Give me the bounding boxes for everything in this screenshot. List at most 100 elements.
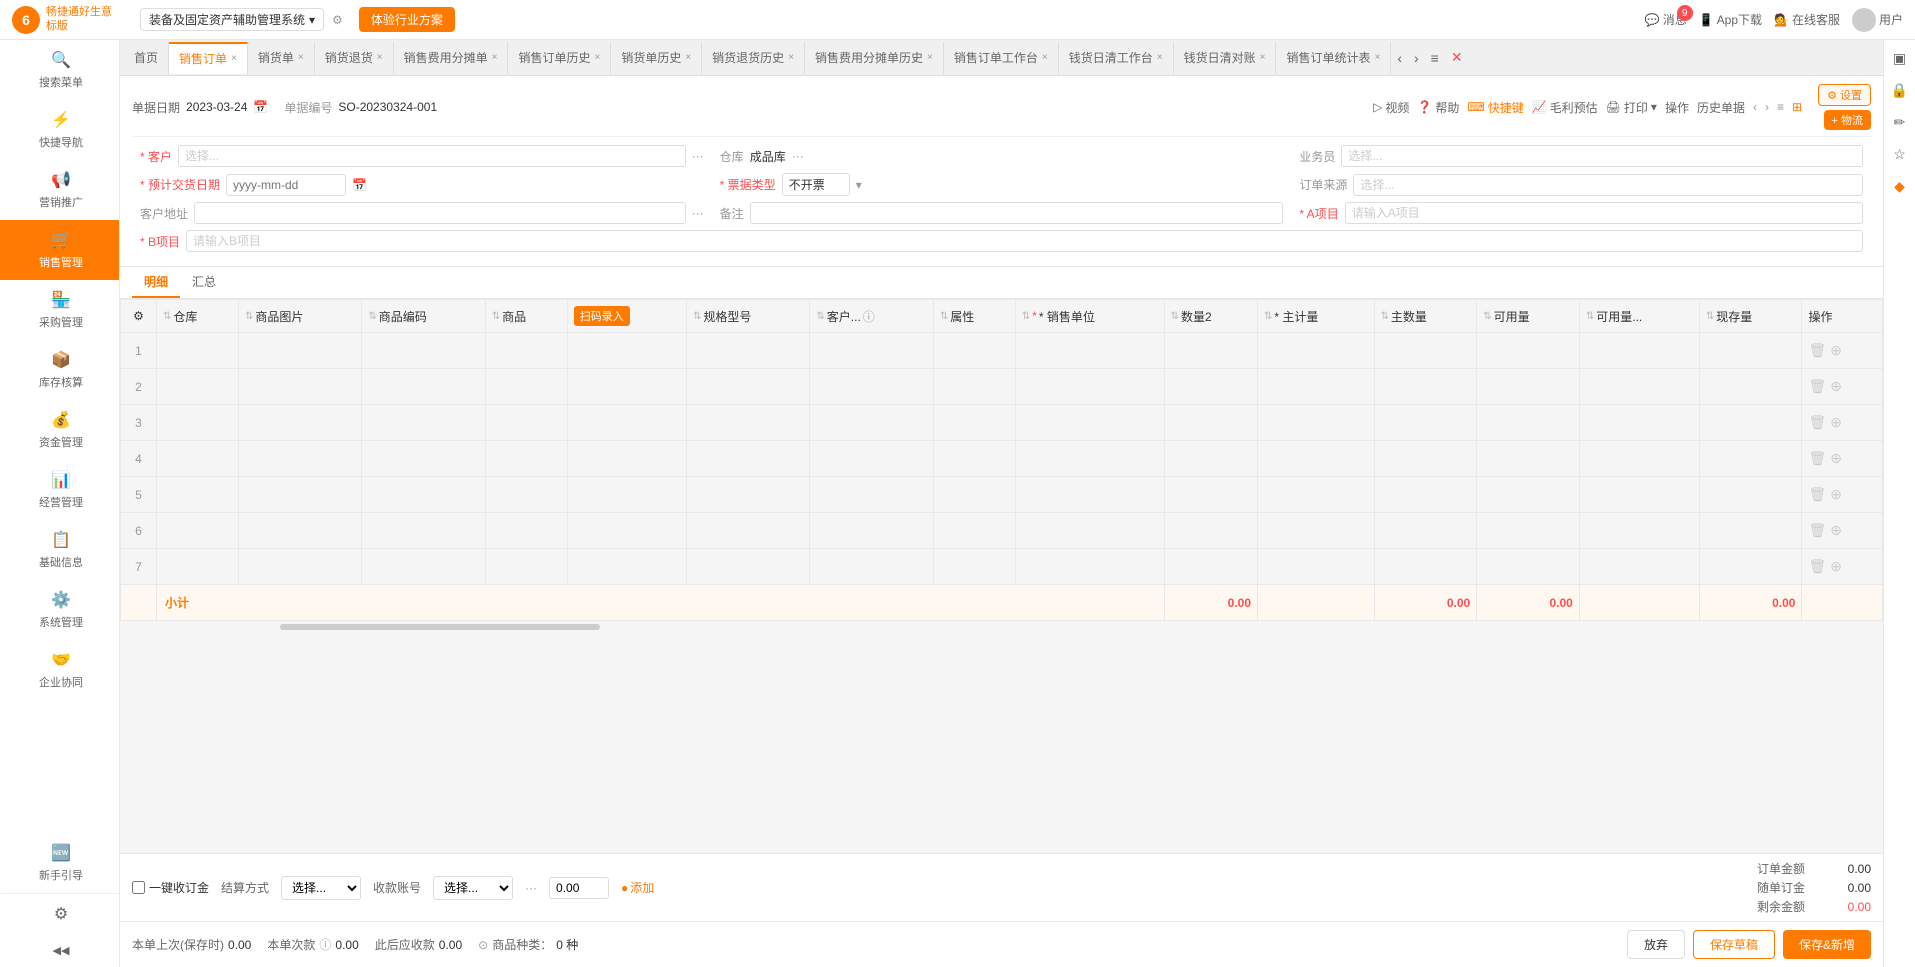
shortcut-btn[interactable]: ⌨ 快捷键 — [1467, 99, 1523, 116]
row7-product-code[interactable] — [362, 549, 485, 585]
tab-prev-button[interactable]: ‹ — [1391, 50, 1408, 66]
row7-warehouse[interactable] — [157, 549, 239, 585]
tab-sales-fee-split[interactable]: 销售费用分摊单 × — [394, 42, 509, 74]
row6-main-qty[interactable] — [1374, 513, 1477, 549]
nav-left-icon[interactable]: ‹ — [1753, 100, 1757, 114]
sidebar-item-ops[interactable]: 📊 经营管理 — [0, 460, 119, 520]
tab-menu-button[interactable]: ≡ — [1425, 50, 1445, 66]
history-btn[interactable]: 历史单据 — [1697, 99, 1745, 116]
row1-attributes[interactable] — [933, 333, 1015, 369]
row7-product-img[interactable] — [238, 549, 361, 585]
row1-available[interactable] — [1477, 333, 1580, 369]
row6-product-code[interactable] — [362, 513, 485, 549]
row3-customer-code[interactable] — [810, 405, 933, 441]
right-panel-btn-5[interactable]: ◆ — [1886, 172, 1914, 200]
row2-available-more[interactable] — [1579, 369, 1699, 405]
row2-delete-btn[interactable]: 🗑 — [1808, 378, 1826, 395]
row1-qty2[interactable] — [1164, 333, 1257, 369]
row6-spec[interactable] — [686, 513, 809, 549]
row5-customer-code[interactable] — [810, 477, 933, 513]
row3-attributes[interactable] — [933, 405, 1015, 441]
row4-sales-unit[interactable] — [1015, 441, 1164, 477]
salesperson-input[interactable] — [1341, 145, 1863, 167]
row1-delete-btn[interactable]: 🗑 — [1808, 342, 1826, 359]
row2-warehouse[interactable] — [157, 369, 239, 405]
row6-available[interactable] — [1477, 513, 1580, 549]
row1-warehouse[interactable] — [157, 333, 239, 369]
tab-close-order-history[interactable]: × — [594, 52, 600, 63]
row6-product[interactable] — [485, 513, 567, 549]
row6-customer-code[interactable] — [810, 513, 933, 549]
row1-current-stock[interactable] — [1699, 333, 1802, 369]
row2-available[interactable] — [1477, 369, 1580, 405]
row6-main-unit[interactable] — [1258, 513, 1375, 549]
row4-available-more[interactable] — [1579, 441, 1699, 477]
tab-cash-workbench[interactable]: 钱货日清工作台 × — [1059, 42, 1174, 74]
row1-product-code[interactable] — [362, 333, 485, 369]
sidebar-item-inventory[interactable]: 📦 库存核算 — [0, 340, 119, 400]
row2-current-stock[interactable] — [1699, 369, 1802, 405]
tab-close-return-history[interactable]: × — [685, 52, 691, 63]
col-scan-entry[interactable]: 扫码录入 — [567, 300, 686, 333]
row7-sales-unit[interactable] — [1015, 549, 1164, 585]
row2-product-img[interactable] — [238, 369, 361, 405]
tab-close-cash-workbench[interactable]: × — [1157, 52, 1163, 63]
tab-sales-fee-history[interactable]: 销售费用分摊单历史 × — [805, 42, 944, 74]
row6-qty2[interactable] — [1164, 513, 1257, 549]
row3-main-unit[interactable] — [1258, 405, 1375, 441]
row2-copy-btn[interactable]: ⊕ — [1830, 378, 1842, 395]
payment-method-select[interactable]: 选择... — [281, 876, 361, 900]
row3-current-stock[interactable] — [1699, 405, 1802, 441]
row1-available-more[interactable] — [1579, 333, 1699, 369]
settings-panel-btn[interactable]: ⚙ 设置 — [1818, 84, 1871, 106]
row3-qty2[interactable] — [1164, 405, 1257, 441]
row1-main-unit[interactable] — [1258, 333, 1375, 369]
row4-available[interactable] — [1477, 441, 1580, 477]
row1-sales-unit[interactable] — [1015, 333, 1164, 369]
row3-product-code[interactable] — [362, 405, 485, 441]
row4-product-img[interactable] — [238, 441, 361, 477]
b-project-input[interactable] — [186, 230, 1863, 252]
row5-attributes[interactable] — [933, 477, 1015, 513]
row1-spec[interactable] — [686, 333, 809, 369]
row5-product[interactable] — [485, 477, 567, 513]
row2-spec[interactable] — [686, 369, 809, 405]
calendar-icon[interactable]: 📅 — [253, 100, 268, 114]
row6-copy-btn[interactable]: ⊕ — [1830, 522, 1842, 539]
row3-main-qty[interactable] — [1374, 405, 1477, 441]
row7-available[interactable] — [1477, 549, 1580, 585]
row3-available[interactable] — [1477, 405, 1580, 441]
tab-close-refund-history[interactable]: × — [788, 52, 794, 63]
row5-available-more[interactable] — [1579, 477, 1699, 513]
tab-sales-order-history[interactable]: 销售订单历史 × — [508, 42, 611, 74]
row4-main-qty[interactable] — [1374, 441, 1477, 477]
add-payment-btn[interactable]: ● 添加 — [621, 879, 654, 896]
tab-close-sales-refund[interactable]: × — [377, 52, 383, 63]
row7-main-unit[interactable] — [1258, 549, 1375, 585]
row2-product-code[interactable] — [362, 369, 485, 405]
row2-product[interactable] — [485, 369, 567, 405]
save-new-button[interactable]: 保存&新增 — [1783, 930, 1871, 959]
row5-warehouse[interactable] — [157, 477, 239, 513]
row7-qty2[interactable] — [1164, 549, 1257, 585]
row4-delete-btn[interactable]: 🗑 — [1808, 450, 1826, 467]
row6-attributes[interactable] — [933, 513, 1015, 549]
row7-available-more[interactable] — [1579, 549, 1699, 585]
right-panel-btn-4[interactable]: ☆ — [1886, 140, 1914, 168]
user-button[interactable]: 用户 — [1852, 8, 1903, 32]
row4-spec[interactable] — [686, 441, 809, 477]
nav-right-icon[interactable]: › — [1765, 100, 1769, 114]
view-grid-icon[interactable]: ⊞ — [1792, 100, 1802, 114]
row2-main-qty[interactable] — [1374, 369, 1477, 405]
row2-attributes[interactable] — [933, 369, 1015, 405]
row4-copy-btn[interactable]: ⊕ — [1830, 450, 1842, 467]
row7-delete-btn[interactable]: 🗑 — [1808, 558, 1826, 575]
row5-product-code[interactable] — [362, 477, 485, 513]
table-settings-icon[interactable]: ⚙ — [133, 309, 144, 323]
row5-available[interactable] — [1477, 477, 1580, 513]
row4-current-stock[interactable] — [1699, 441, 1802, 477]
invoice-dropdown-icon[interactable]: ▾ — [856, 178, 862, 192]
tab-sales-refund-history[interactable]: 销货退货历史 × — [702, 42, 805, 74]
tab-sales-return-history[interactable]: 销货单历史 × — [611, 42, 702, 74]
customer-more-btn[interactable]: ··· — [692, 149, 704, 163]
